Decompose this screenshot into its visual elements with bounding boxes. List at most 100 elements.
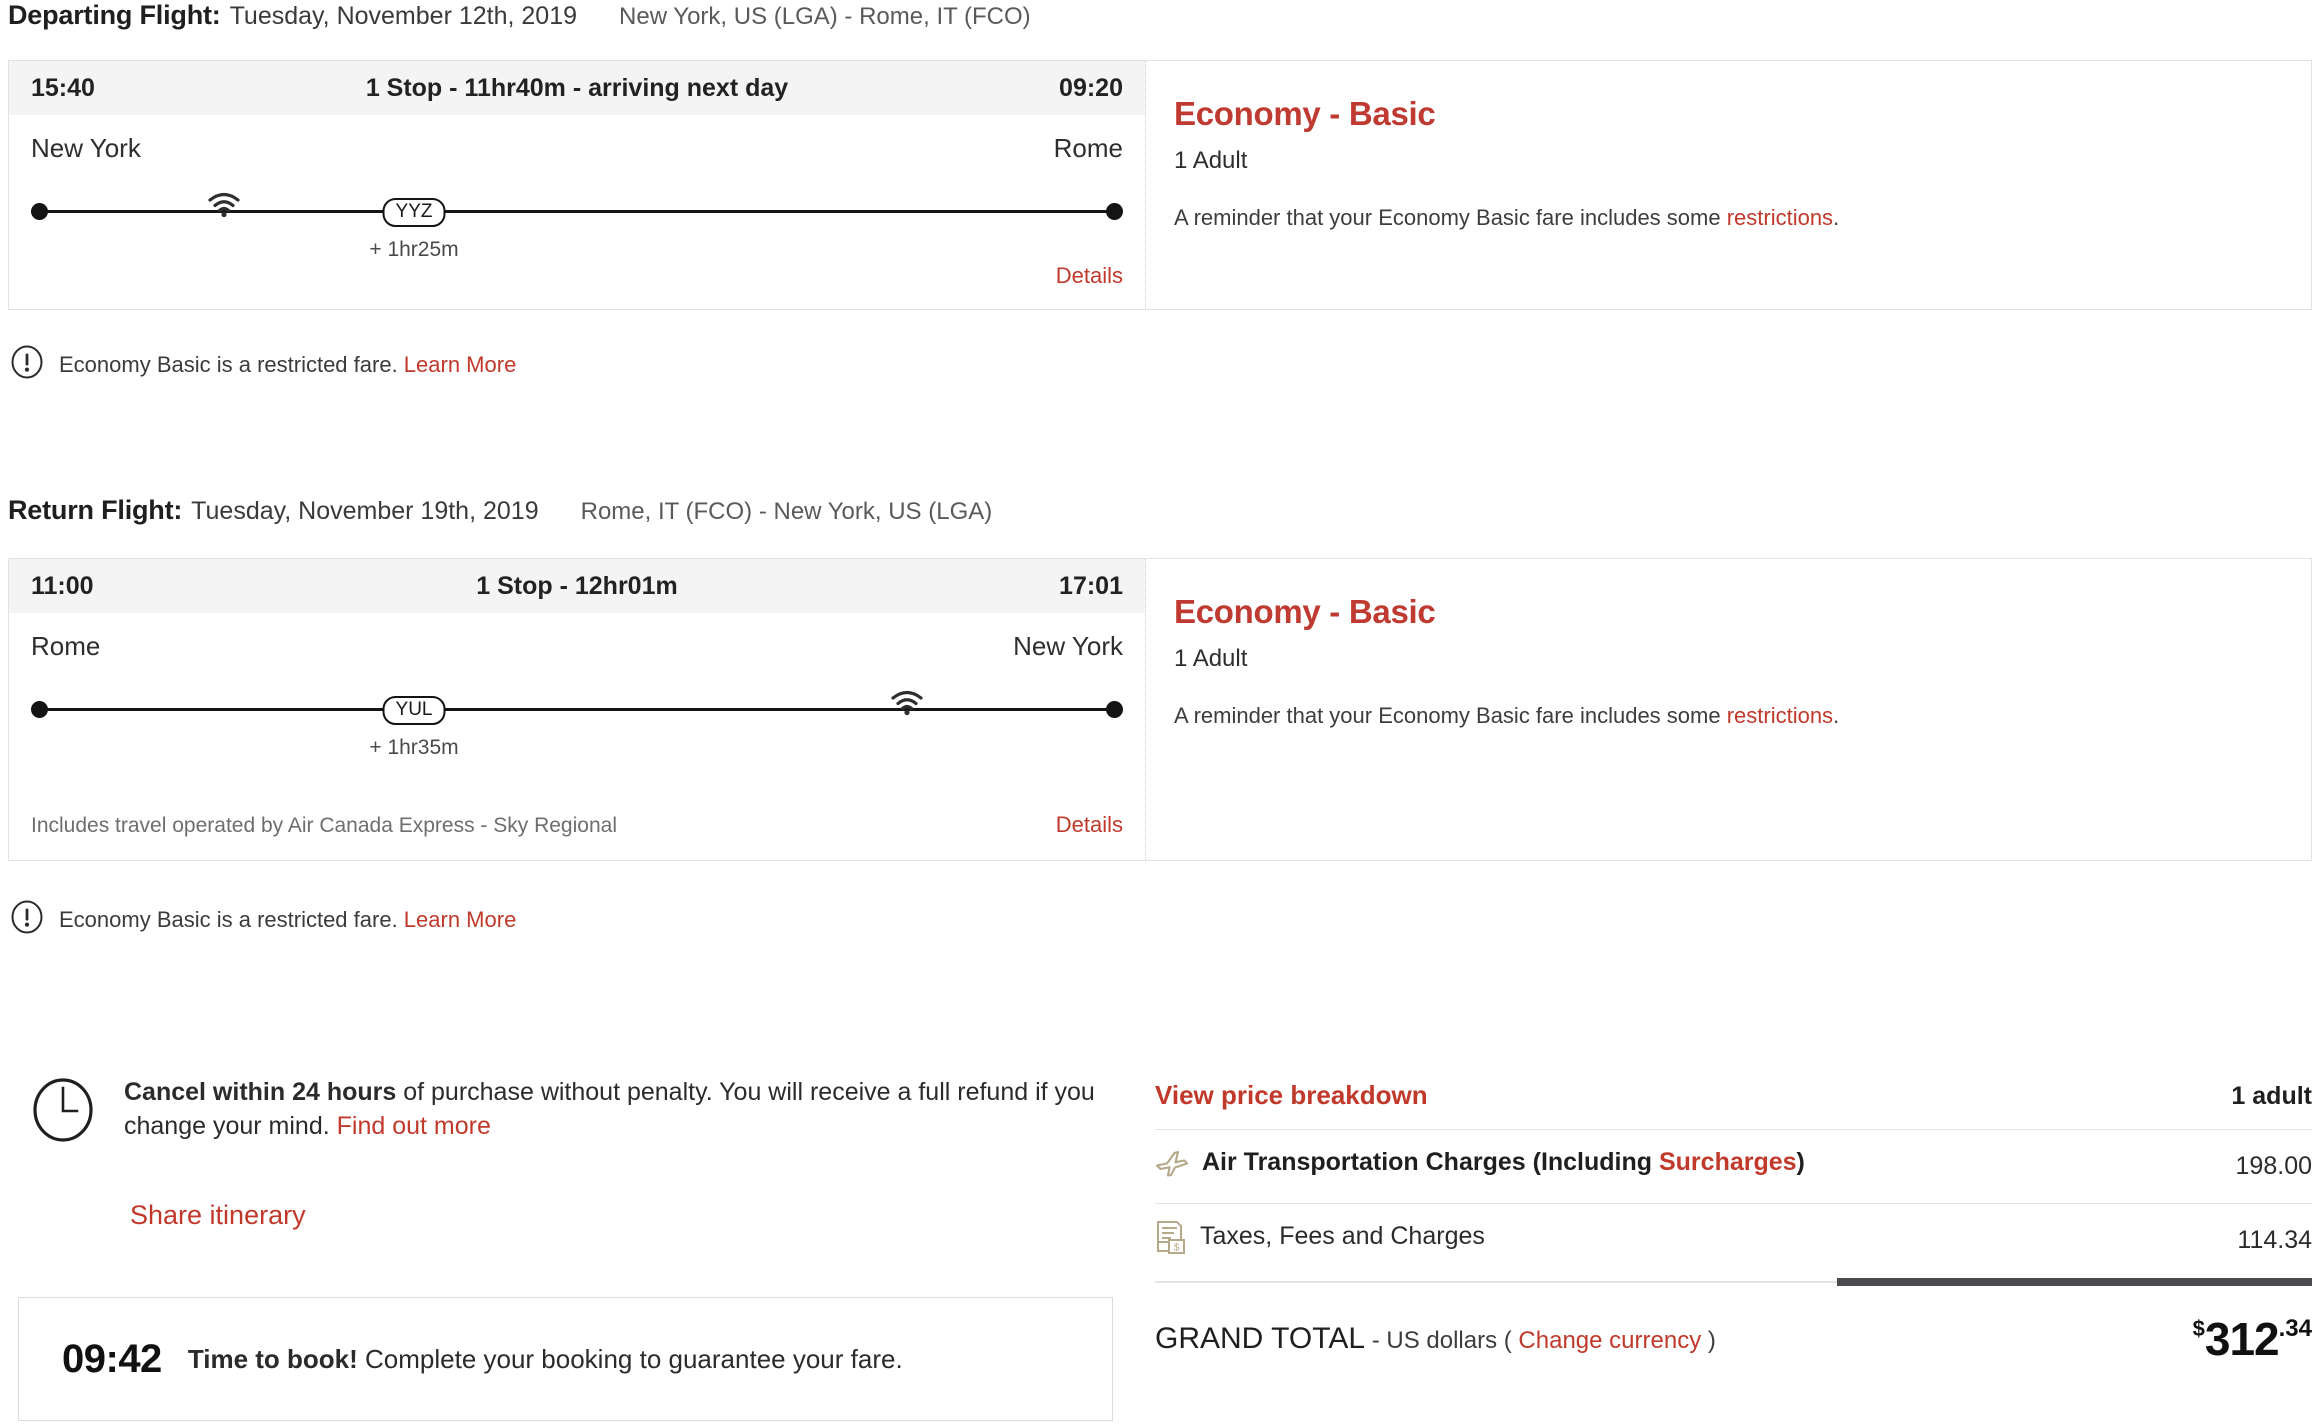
return-time-summary-bar: 11:00 1 Stop - 12hr01m 17:01 xyxy=(9,559,1145,613)
return-fare-title[interactable]: Economy - Basic xyxy=(1174,593,2311,631)
departing-stop-summary: 1 Stop - 11hr40m - arriving next day xyxy=(365,73,789,102)
price-passenger-count: 1 adult xyxy=(2231,1082,2312,1110)
air-transportation-amount: 198.00 xyxy=(2235,1151,2312,1180)
return-restricted-message: Economy Basic is a restricted fare. xyxy=(59,906,404,932)
grand-total-whole: 312 xyxy=(2204,1313,2280,1365)
grand-total-divider xyxy=(1155,1278,2312,1286)
departing-learn-more-link[interactable]: Learn More xyxy=(404,352,517,377)
return-destination-city: New York xyxy=(1013,631,1123,661)
departing-time-summary-bar: 15:40 1 Stop - 11hr40m - arriving next d… xyxy=(9,61,1145,115)
return-flight-heading: Return Flight: Tuesday, November 19th, 2… xyxy=(0,495,992,526)
air-label-part1: Air Transportation Charges (Including xyxy=(1202,1148,1659,1176)
route-origin-dot xyxy=(31,701,48,718)
departing-fare-pane: Economy - Basic 1 Adult A reminder that … xyxy=(1146,61,2311,309)
return-operator-note: Includes travel operated by Air Canada E… xyxy=(31,814,617,838)
cancellation-policy-block: Cancel within 24 hours of purchase witho… xyxy=(30,1075,1115,1148)
departing-fare-title[interactable]: Economy - Basic xyxy=(1174,95,2311,133)
currency-prefix: - US dollars ( xyxy=(1365,1327,1519,1354)
return-card-footer: Includes travel operated by Air Canada E… xyxy=(9,796,1145,860)
departing-fare-reminder: A reminder that your Economy Basic fare … xyxy=(1174,205,2311,231)
return-depart-time: 11:00 xyxy=(31,571,94,600)
cancellation-policy-text: Cancel within 24 hours of purchase witho… xyxy=(124,1075,1115,1148)
clock-icon xyxy=(30,1077,96,1148)
svg-text:$: $ xyxy=(1174,1242,1180,1253)
departing-route-graphic: YYZ + 1hr25m xyxy=(31,182,1123,261)
air-transportation-charges-row: Air Transportation Charges (Including Su… xyxy=(1155,1129,2312,1203)
return-details-link[interactable]: Details xyxy=(1056,812,1123,838)
grand-total-amount: $312.34 xyxy=(2193,1312,2312,1366)
price-breakdown-panel: View price breakdown 1 adult Air Transpo… xyxy=(1155,1080,2312,1366)
departing-passenger-count: 1 Adult xyxy=(1174,147,1248,174)
return-layover-duration: + 1hr35m xyxy=(369,736,459,759)
departing-flight-card: 15:40 1 Stop - 11hr40m - arriving next d… xyxy=(8,60,2312,310)
departing-arrive-time: 09:20 xyxy=(1059,73,1123,102)
departing-depart-time: 15:40 xyxy=(31,73,95,102)
surcharges-link[interactable]: Surcharges xyxy=(1659,1148,1797,1176)
departing-restricted-message: Economy Basic is a restricted fare. xyxy=(59,351,404,377)
share-itinerary-link[interactable]: Share itinerary xyxy=(130,1200,306,1231)
return-itinerary-pane: 11:00 1 Stop - 12hr01m 17:01 Rome New Yo… xyxy=(9,559,1146,860)
departing-stop-code[interactable]: YYZ xyxy=(382,198,446,227)
divider-light-segment xyxy=(1155,1281,1837,1283)
return-stop-summary: 1 Stop - 12hr01m xyxy=(476,571,678,600)
grand-total-symbol: $ xyxy=(2192,1316,2205,1341)
return-route-body: Rome New York YUL + 1hr35m xyxy=(9,613,1145,796)
wifi-icon xyxy=(207,190,241,218)
departing-origin-city: New York xyxy=(31,133,141,163)
departing-restricted-fare-notice: Economy Basic is a restricted fare. Lear… xyxy=(10,345,516,384)
departing-details-link[interactable]: Details xyxy=(1056,263,1123,289)
departing-restrictions-link[interactable]: restrictions xyxy=(1727,205,1833,230)
booking-timer-box: 09:42 Time to book! Complete your bookin… xyxy=(18,1297,1113,1421)
return-flight-label: Return Flight: xyxy=(8,495,183,525)
grand-total-label: GRAND TOTAL - US dollars ( Change curren… xyxy=(1155,1322,1716,1356)
return-route-graphic: YUL + 1hr35m xyxy=(31,680,1123,759)
airplane-icon xyxy=(1155,1148,1189,1187)
departing-flight-route: New York, US (LGA) - Rome, IT (FCO) xyxy=(619,3,1031,30)
taxes-fees-label: $ Taxes, Fees and Charges xyxy=(1155,1220,1485,1263)
taxes-fees-text: Taxes, Fees and Charges xyxy=(1200,1221,1485,1250)
divider-dark-segment xyxy=(1837,1278,2312,1286)
view-price-breakdown-link[interactable]: View price breakdown xyxy=(1155,1080,1428,1111)
return-origin-city: Rome xyxy=(31,631,101,661)
warning-icon xyxy=(10,900,44,939)
find-out-more-link[interactable]: Find out more xyxy=(337,1112,491,1140)
route-line xyxy=(35,210,1119,213)
receipt-icon: $ xyxy=(1155,1220,1187,1263)
air-label-part2: ) xyxy=(1796,1148,1805,1176)
departing-reminder-suffix: . xyxy=(1833,205,1840,230)
return-fare-reminder: A reminder that your Economy Basic fare … xyxy=(1174,703,2311,729)
departing-city-row: New York Rome xyxy=(31,133,1123,164)
route-line xyxy=(35,708,1119,711)
booking-timer-message: Time to book! Complete your booking to g… xyxy=(188,1344,903,1375)
departing-reminder-prefix: A reminder that your Economy Basic fare … xyxy=(1174,205,1727,230)
departing-restricted-text: Economy Basic is a restricted fare. Lear… xyxy=(59,352,516,378)
warning-icon xyxy=(10,345,44,384)
timer-message-body: Complete your booking to guarantee your … xyxy=(357,1343,903,1374)
grand-total-cents: .34 xyxy=(2278,1315,2312,1342)
departing-card-footer: Details xyxy=(9,247,1145,309)
return-flight-route: Rome, IT (FCO) - New York, US (LGA) xyxy=(580,498,993,525)
grand-total-row: GRAND TOTAL - US dollars ( Change curren… xyxy=(1155,1286,2312,1366)
return-restrictions-link[interactable]: restrictions xyxy=(1727,703,1833,728)
departing-flight-label: Departing Flight: xyxy=(8,0,221,30)
route-destination-dot xyxy=(1106,701,1123,718)
route-destination-dot xyxy=(1106,203,1123,220)
return-restricted-fare-notice: Economy Basic is a restricted fare. Lear… xyxy=(10,900,516,939)
change-currency-link[interactable]: Change currency xyxy=(1518,1327,1701,1354)
departing-flight-heading: Departing Flight: Tuesday, November 12th… xyxy=(0,0,1031,31)
return-passenger-count: 1 Adult xyxy=(1174,645,1248,672)
route-origin-dot xyxy=(31,203,48,220)
wifi-icon xyxy=(890,688,924,716)
return-learn-more-link[interactable]: Learn More xyxy=(404,907,517,932)
currency-suffix: ) xyxy=(1701,1327,1716,1354)
grand-total-text: GRAND TOTAL xyxy=(1155,1322,1366,1355)
departing-layover-duration: + 1hr25m xyxy=(369,238,459,261)
grand-total-currency: - US dollars ( Change currency ) xyxy=(1365,1327,1716,1354)
return-flight-card: 11:00 1 Stop - 12hr01m 17:01 Rome New Yo… xyxy=(8,558,2312,861)
return-reminder-suffix: . xyxy=(1833,703,1840,728)
return-fare-pane: Economy - Basic 1 Adult A reminder that … xyxy=(1146,559,2311,860)
air-transportation-text: Air Transportation Charges (Including Su… xyxy=(1202,1146,1805,1179)
price-panel-header: View price breakdown 1 adult xyxy=(1155,1080,2312,1129)
taxes-fees-amount: 114.34 xyxy=(2237,1226,2312,1255)
return-stop-code[interactable]: YUL xyxy=(382,696,446,725)
